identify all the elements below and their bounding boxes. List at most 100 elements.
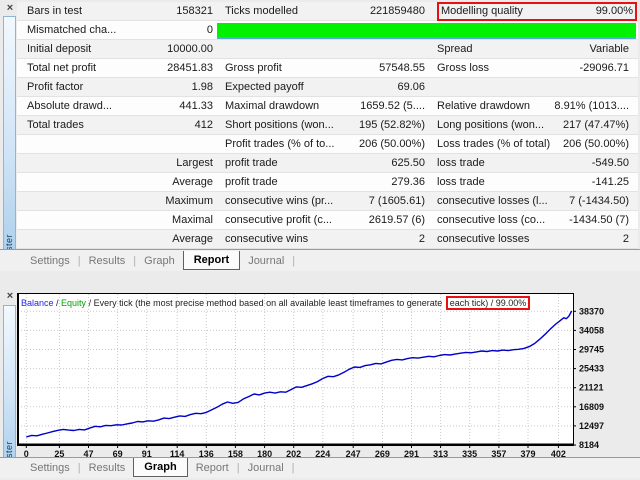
cell-value: 206 (50.00%) <box>562 138 629 150</box>
equity-curve-chart: 0 25 47 69 91 114 136 158 180 202 224 247 269 291 313 3… <box>17 293 604 459</box>
cell-value: 7 (1605.61) <box>368 195 425 207</box>
table-row-absolute-drawdown: Absolute drawd... 441.33 Maximal drawdow… <box>17 97 638 116</box>
svg-text:12497: 12497 <box>579 421 604 431</box>
cell-value: 10000.00 <box>167 43 213 55</box>
tab-graph[interactable]: Graph <box>136 253 183 269</box>
tab-journal[interactable]: Journal <box>240 460 292 476</box>
cell-value: Maximal <box>172 214 213 226</box>
cell-value: 8.91% (1013.... <box>554 100 629 112</box>
cell-value: 195 (52.82%) <box>358 119 425 131</box>
cell-value: 279.36 <box>391 176 425 188</box>
tab-graph[interactable]: Graph <box>133 458 188 477</box>
report-table: Bars in test 158321 Ticks modelled 22185… <box>17 1 638 249</box>
table-row-average-consecutive: Average consecutive wins 2 consecutive l… <box>17 230 638 249</box>
cell-label: Short positions (won... <box>225 119 334 131</box>
cell-value: Largest <box>176 157 213 169</box>
chart-method-text: Every tick (the most precise method base… <box>93 298 445 308</box>
cell-label: profit trade <box>225 157 278 169</box>
modelling-progress-bar <box>217 22 636 39</box>
cell-label: Total net profit <box>27 62 97 74</box>
strategy-tester-window: { "panel": { "name": "Tester", "close_la… <box>0 0 640 480</box>
cell-label: Relative drawdown <box>437 100 530 112</box>
cell-value: 2 <box>418 233 425 245</box>
table-row-profit-trades: Profit trades (% of to... 206 (50.00%) L… <box>17 135 638 154</box>
cell-value: -29096.71 <box>579 62 629 74</box>
cell-label: consecutive wins (pr... <box>225 195 334 207</box>
cell-label: loss trade <box>437 176 485 188</box>
cell-label: loss trade <box>437 157 485 169</box>
cell-value: 158321 <box>176 5 213 17</box>
cell-value: 441.33 <box>179 100 213 112</box>
cell-value: Variable <box>589 43 629 55</box>
cell-label: consecutive wins <box>225 233 309 245</box>
cell-value: 2619.57 (6) <box>368 214 425 226</box>
cell-label: consecutive losses <box>437 233 530 245</box>
close-icon[interactable]: × <box>4 291 16 303</box>
tab-separator: | <box>291 462 295 474</box>
cell-value: 0 <box>206 24 213 36</box>
svg-text:8184: 8184 <box>579 440 599 450</box>
cell-label: Gross profit <box>225 62 282 74</box>
report-panel-tabbar: Settings | Results | Graph Report Journa… <box>0 249 640 271</box>
cell-label: Bars in test <box>27 5 83 17</box>
cell-label: profit trade <box>225 176 278 188</box>
svg-text:34058: 34058 <box>579 325 604 335</box>
cell-value: 221859480 <box>369 5 425 17</box>
table-row-profit-factor: Profit factor 1.98 Expected payoff 69.06 <box>17 78 638 97</box>
cell-value: 1.98 <box>191 81 213 93</box>
tab-settings[interactable]: Settings <box>22 253 78 269</box>
svg-text:21121: 21121 <box>579 383 604 393</box>
cell-label: consecutive loss (co... <box>437 214 546 226</box>
tester-vertical-tab[interactable]: Tester <box>3 305 16 473</box>
table-row-total-trades: Total trades 412 Short positions (won...… <box>17 116 638 135</box>
cell-label: Expected payoff <box>225 81 304 93</box>
table-row-initial-deposit: Initial deposit 10000.00 Spread Variable <box>17 40 638 59</box>
cell-label: Initial deposit <box>27 43 92 55</box>
tab-report[interactable]: Report <box>188 460 237 476</box>
tab-report[interactable]: Report <box>182 250 241 270</box>
close-icon[interactable]: × <box>4 3 16 15</box>
tab-results[interactable]: Results <box>81 253 134 269</box>
cell-value: 1659.52 (5.... <box>360 100 425 112</box>
legend-separator: / <box>86 298 94 308</box>
equity-legend-label: Equity <box>61 298 87 308</box>
cell-label: consecutive losses (l... <box>437 195 548 207</box>
cell-label: consecutive profit (c... <box>225 214 332 226</box>
tab-results[interactable]: Results <box>81 460 134 476</box>
cell-value: 69.06 <box>397 81 425 93</box>
cell-value: 99.00% <box>595 5 633 17</box>
balance-legend-label: Balance <box>21 298 54 308</box>
legend-separator: / <box>53 298 62 308</box>
cell-label: Profit trades (% of to... <box>225 138 335 150</box>
tab-settings[interactable]: Settings <box>22 460 78 476</box>
svg-text:25433: 25433 <box>579 364 604 374</box>
cell-label: Absolute drawd... <box>27 100 112 112</box>
tab-journal[interactable]: Journal <box>240 253 292 269</box>
cell-value: 28451.83 <box>167 62 213 74</box>
cell-label: Mismatched cha... <box>27 24 117 36</box>
cell-label: Total trades <box>27 119 84 131</box>
cell-label: Long positions (won... <box>437 119 545 131</box>
svg-text:29745: 29745 <box>579 345 604 355</box>
svg-text:38370: 38370 <box>579 306 604 316</box>
cell-value: Average <box>172 176 213 188</box>
graph-panel-tabbar: Settings | Results Graph Report | Journa… <box>0 457 640 478</box>
cell-value: 2 <box>622 233 629 245</box>
cell-label: Profit factor <box>27 81 84 93</box>
table-row-maximal-consecutive: Maximal consecutive profit (c... 2619.57… <box>17 211 638 230</box>
cell-label: Loss trades (% of total) <box>437 138 551 150</box>
cell-label: Maximal drawdown <box>225 100 320 112</box>
table-row-mismatched-charts: Mismatched cha... 0 <box>17 21 638 40</box>
table-row-total-net-profit: Total net profit 28451.83 Gross profit 5… <box>17 59 638 78</box>
tester-vertical-tab[interactable]: Tester <box>3 16 16 266</box>
modelling-quality-highlight-box: Modelling quality 99.00% <box>437 1 637 21</box>
chart-legend: Balance / Equity / Every tick (the most … <box>21 296 531 310</box>
cell-value: 625.50 <box>391 157 425 169</box>
tab-separator: | <box>292 254 296 267</box>
cell-value: -549.50 <box>591 157 629 169</box>
cell-value: 217 (47.47%) <box>562 119 629 131</box>
tester-report-panel: × Tester Bars in test 158321 Ticks model… <box>0 0 640 271</box>
cell-value: -1434.50 (7) <box>569 214 629 226</box>
cell-label: Modelling quality <box>441 5 523 17</box>
cell-label: Gross loss <box>437 62 489 74</box>
